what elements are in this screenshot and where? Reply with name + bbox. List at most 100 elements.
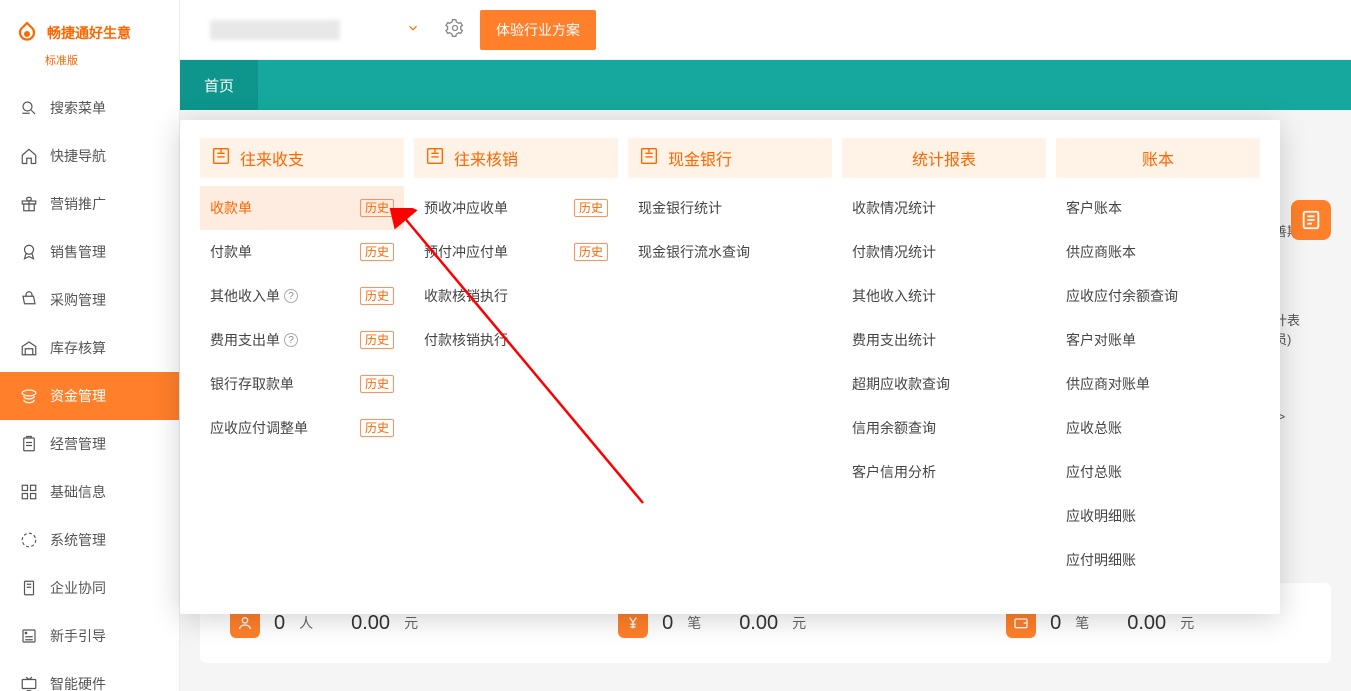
experience-industry-button[interactable]: 体验行业方案	[480, 10, 596, 50]
flyout-item[interactable]: 客户信用分析	[842, 450, 1046, 494]
flyout-item[interactable]: 应付明细账	[1056, 538, 1260, 582]
stat-unit: 笔	[1075, 613, 1089, 633]
home-icon	[20, 147, 38, 165]
flyout-item-label: 供应商账本	[1066, 242, 1136, 262]
history-tag[interactable]: 历史	[360, 199, 394, 217]
sidebar-item-newbie[interactable]: 新手引导	[0, 612, 179, 660]
sidebar-item-purchase[interactable]: 采购管理	[0, 276, 179, 324]
sidebar-item-hardware[interactable]: 智能硬件	[0, 660, 179, 691]
flyout-item[interactable]: 收款核销执行	[414, 274, 618, 318]
funds-flyout-menu: 往来收支收款单历史付款单历史其他收入单?历史费用支出单?历史银行存取款单历史应收…	[180, 120, 1280, 614]
flyout-item[interactable]: 预收冲应收单 历史	[414, 186, 618, 230]
flyout-column-title: 现金银行	[668, 146, 732, 170]
book-icon	[20, 627, 38, 645]
history-tag[interactable]: 历史	[574, 199, 608, 217]
sidebar-item-sales[interactable]: 销售管理	[0, 228, 179, 276]
sidebar-item-label: 采购管理	[50, 290, 106, 310]
org-selector[interactable]	[200, 14, 430, 46]
sidebar-item-label: 搜索菜单	[50, 98, 106, 118]
flyout-item-label: 应收应付余额查询	[1066, 286, 1178, 306]
history-tag[interactable]: 历史	[360, 287, 394, 305]
flyout-item-label: 预收冲应收单	[424, 198, 508, 218]
sidebar: 畅捷通好生意 标准版 搜索菜单 快捷导航 营销推广 销售管理 采购管理 库存核算	[0, 0, 180, 691]
flyout-column-header: 往来收支	[200, 138, 404, 178]
money-icon	[20, 387, 38, 405]
flyout-item[interactable]: 客户账本	[1056, 186, 1260, 230]
gift-icon	[20, 195, 38, 213]
flyout-item-label: 付款单	[210, 242, 252, 262]
flyout-item[interactable]: 应付总账	[1056, 450, 1260, 494]
flyout-item[interactable]: 客户对账单	[1056, 318, 1260, 362]
flyout-item[interactable]: 供应商对账单	[1056, 362, 1260, 406]
flyout-item-label: 应收总账	[1066, 418, 1122, 438]
sidebar-item-label: 销售管理	[50, 242, 106, 262]
sidebar-item-marketing[interactable]: 营销推广	[0, 180, 179, 228]
history-tag[interactable]: 历史	[574, 243, 608, 261]
search-icon	[20, 99, 38, 117]
brand-name: 畅捷通好生意	[47, 23, 131, 43]
chevron-down-icon	[406, 21, 420, 38]
flyout-item-label: 付款核销执行	[424, 330, 508, 350]
sidebar-item-label: 库存核算	[50, 338, 106, 358]
sidebar-item-basicinfo[interactable]: 基础信息	[0, 468, 179, 516]
report-icon[interactable]	[1291, 200, 1331, 240]
flyout-item[interactable]: 银行存取款单历史	[200, 362, 404, 406]
flyout-item[interactable]: 应收总账	[1056, 406, 1260, 450]
flyout-item-label: 预付冲应付单	[424, 242, 508, 262]
logo-area: 畅捷通好生意	[0, 0, 179, 60]
org-name-blurred	[210, 20, 340, 40]
sidebar-nav: 搜索菜单 快捷导航 营销推广 销售管理 采购管理 库存核算 资金管理 经营管理	[0, 74, 179, 691]
flyout-item-label: 应付总账	[1066, 462, 1122, 482]
flyout-column: 统计报表收款情况统计付款情况统计其他收入统计费用支出统计超期应收款查询信用余额查…	[842, 138, 1046, 604]
document-icon	[424, 145, 446, 172]
brand-edition: 标准版	[0, 52, 179, 74]
flyout-item[interactable]: 信用余额查询	[842, 406, 1046, 450]
flyout-item[interactable]: 现金银行统计	[628, 186, 832, 230]
history-tag[interactable]: 历史	[360, 375, 394, 393]
sidebar-item-search[interactable]: 搜索菜单	[0, 84, 179, 132]
help-icon[interactable]: ?	[284, 333, 298, 347]
logo-icon	[15, 21, 39, 45]
flyout-item[interactable]: 付款单 历史	[200, 230, 404, 274]
sidebar-item-business[interactable]: 经营管理	[0, 420, 179, 468]
flyout-item-label: 应付明细账	[1066, 550, 1136, 570]
flyout-column: 往来收支收款单历史付款单历史其他收入单?历史费用支出单?历史银行存取款单历史应收…	[200, 138, 404, 604]
history-tag[interactable]: 历史	[360, 243, 394, 261]
sidebar-item-label: 营销推广	[50, 194, 106, 214]
flyout-item[interactable]: 应收明细账	[1056, 494, 1260, 538]
document-icon	[210, 145, 232, 172]
flyout-item[interactable]: 收款单历史	[200, 186, 404, 230]
sidebar-item-inventory[interactable]: 库存核算	[0, 324, 179, 372]
flyout-item[interactable]: 现金银行流水查询	[628, 230, 832, 274]
sidebar-item-label: 基础信息	[50, 482, 106, 502]
history-tag[interactable]: 历史	[360, 419, 394, 437]
flyout-item[interactable]: 预付冲应付单 历史	[414, 230, 618, 274]
flyout-item-label: 其他收入单?	[210, 286, 298, 306]
sidebar-item-label: 智能硬件	[50, 674, 106, 691]
sidebar-item-quicknav[interactable]: 快捷导航	[0, 132, 179, 180]
flyout-item[interactable]: 供应商账本	[1056, 230, 1260, 274]
flyout-item[interactable]: 费用支出单?历史	[200, 318, 404, 362]
flyout-item[interactable]: 超期应收款查询	[842, 362, 1046, 406]
stat-amount-unit: 元	[792, 613, 806, 633]
sidebar-item-funds[interactable]: 资金管理	[0, 372, 179, 420]
flyout-item[interactable]: 其他收入单? 历史	[200, 274, 404, 318]
help-icon[interactable]: ?	[284, 289, 298, 303]
history-tag[interactable]: 历史	[360, 331, 394, 349]
flyout-item-label: 应收应付调整单	[210, 418, 308, 438]
flyout-item-label: 客户对账单	[1066, 330, 1136, 350]
stat-amount-unit: 元	[404, 613, 418, 633]
flyout-item[interactable]: 付款情况统计	[842, 230, 1046, 274]
flyout-item[interactable]: 应收应付调整单 历史	[200, 406, 404, 450]
flyout-item[interactable]: 费用支出统计	[842, 318, 1046, 362]
flyout-item[interactable]: 应收应付余额查询	[1056, 274, 1260, 318]
flyout-item[interactable]: 收款情况统计	[842, 186, 1046, 230]
flyout-item[interactable]: 其他收入统计	[842, 274, 1046, 318]
sidebar-item-collab[interactable]: 企业协同	[0, 564, 179, 612]
tab-home[interactable]: 首页	[180, 60, 258, 110]
flyout-item[interactable]: 付款核销执行	[414, 318, 618, 362]
sidebar-item-system[interactable]: 系统管理	[0, 516, 179, 564]
gear-icon[interactable]	[445, 18, 465, 41]
clipboard-icon	[20, 435, 38, 453]
grid-icon	[20, 483, 38, 501]
